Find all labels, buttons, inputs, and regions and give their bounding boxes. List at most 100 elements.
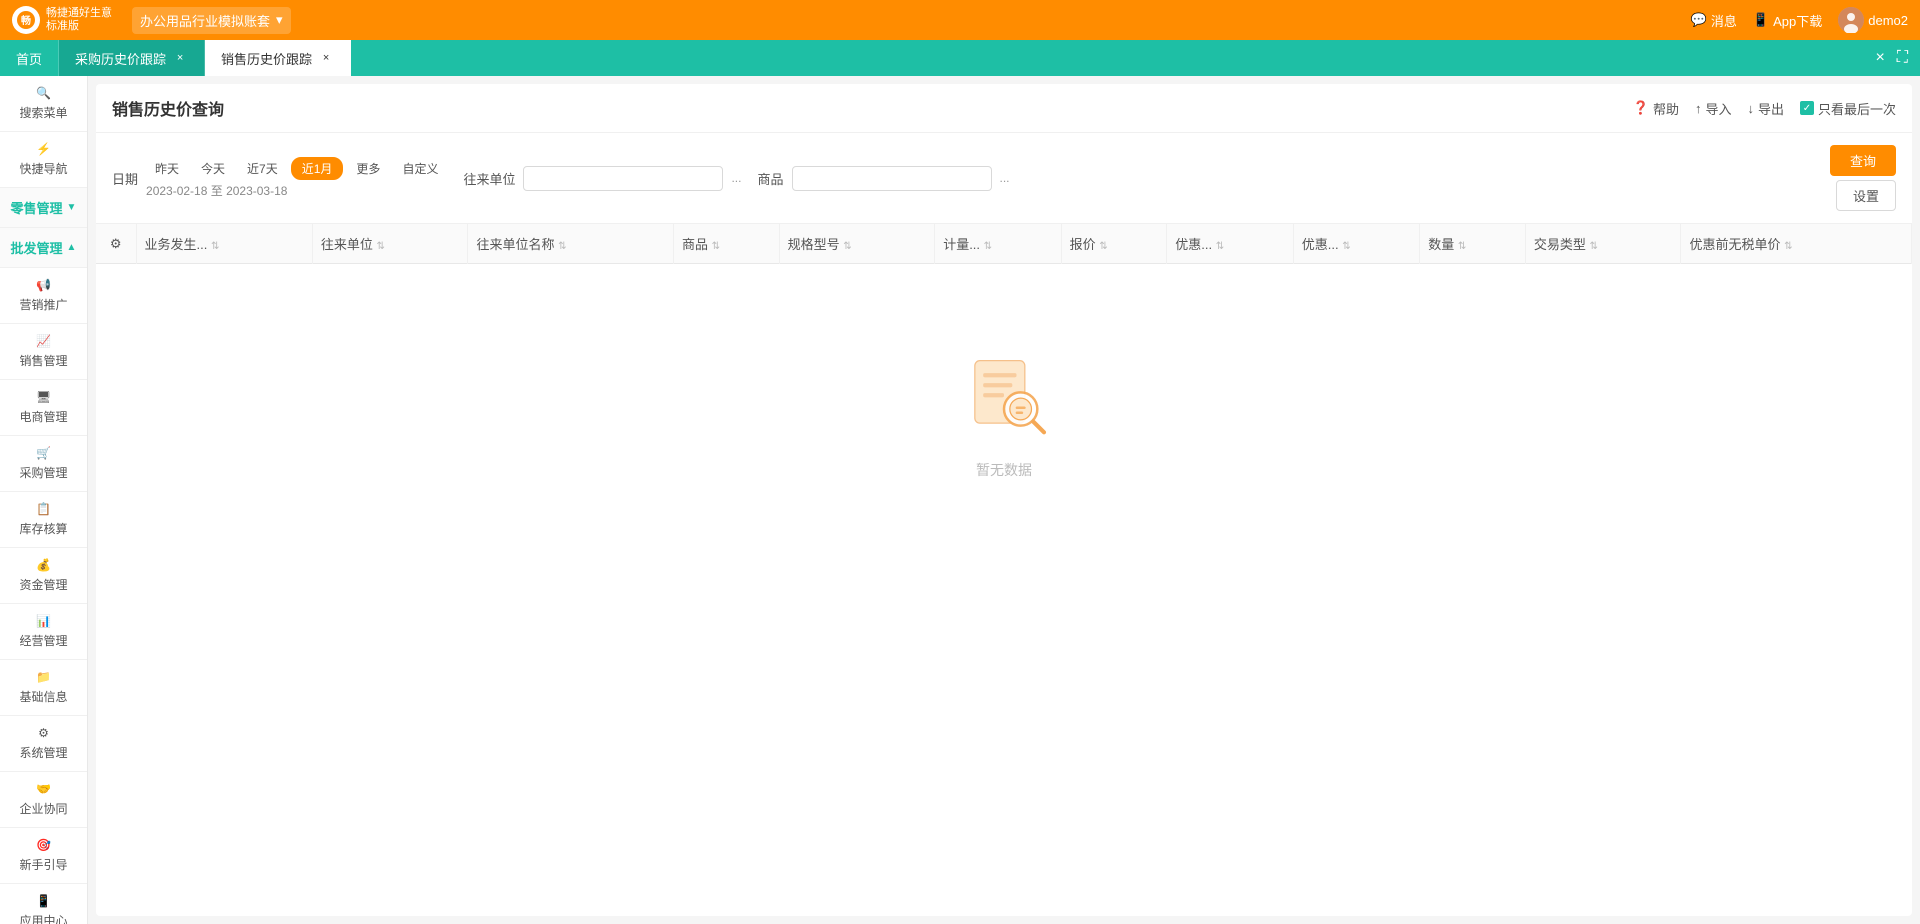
new-guide-label: 新手引导 bbox=[19, 856, 67, 873]
goods-dots[interactable]: ... bbox=[1000, 171, 1010, 185]
sort-icon-discount2: ⇅ bbox=[1342, 241, 1350, 252]
sidebar-item-finance[interactable]: 💰 资金管理 bbox=[0, 548, 87, 604]
th-partner-name[interactable]: 往来单位名称 ⇅ bbox=[468, 224, 674, 264]
th-spec[interactable]: 规格型号 ⇅ bbox=[779, 224, 935, 264]
date-filter-group: 日期 昨天 今天 近7天 近1月 更多 自定义 2023-02-18 至 202… bbox=[112, 157, 447, 199]
sidebar-item-app-center[interactable]: 📱 应用中心 bbox=[0, 884, 87, 924]
th-biz-date[interactable]: 业务发生... ⇅ bbox=[136, 224, 312, 264]
download-icon: 📱 bbox=[1753, 12, 1769, 28]
marketing-icon: 📢 bbox=[36, 278, 51, 292]
logo: 畅 畅捷通好生意 标准版 bbox=[12, 6, 112, 34]
date-btn-yesterday[interactable]: 昨天 bbox=[146, 157, 188, 180]
export-label: 导出 bbox=[1758, 99, 1784, 118]
sidebar-item-sales-mgmt[interactable]: 📈 销售管理 bbox=[0, 324, 87, 380]
sort-icon-quote: ⇅ bbox=[1099, 241, 1107, 252]
th-qty[interactable]: 数量 ⇅ bbox=[1420, 224, 1526, 264]
th-unit[interactable]: 计量... ⇅ bbox=[935, 224, 1061, 264]
th-quote[interactable]: 报价 ⇅ bbox=[1061, 224, 1167, 264]
main-layout: 🔍 搜索菜单 ⚡ 快捷导航 零售管理 ▼ 批发管理 ▲ 📢 营销推广 📈 销售管… bbox=[0, 76, 1920, 924]
th-discount1[interactable]: 优惠... ⇅ bbox=[1167, 224, 1293, 264]
content-area: 销售历史价查询 ❓ 帮助 ↑ 导入 ↓ 导出 ✓ bbox=[88, 76, 1920, 924]
th-settings[interactable]: ⚙ bbox=[96, 224, 136, 264]
date-btn-1month[interactable]: 近1月 bbox=[291, 157, 344, 180]
inventory-icon: 📋 bbox=[36, 502, 51, 516]
sidebar-item-wholesale-mgmt[interactable]: 批发管理 ▲ bbox=[0, 228, 87, 268]
sort-icon-biz-date: ⇅ bbox=[211, 241, 219, 252]
logo-icon: 畅 bbox=[12, 6, 40, 34]
expand-btn[interactable]: ⛶ bbox=[1897, 49, 1908, 67]
sidebar-item-business[interactable]: 📊 经营管理 bbox=[0, 604, 87, 660]
export-icon: ↓ bbox=[1747, 101, 1754, 116]
sidebar-item-enterprise-collab[interactable]: 🤝 企业协同 bbox=[0, 772, 87, 828]
sidebar-item-inventory[interactable]: 📋 库存核算 bbox=[0, 492, 87, 548]
date-btn-custom[interactable]: 自定义 bbox=[393, 157, 447, 180]
finance-icon: 💰 bbox=[36, 558, 51, 572]
help-label: 帮助 bbox=[1653, 99, 1679, 118]
system-label: 系统管理 bbox=[19, 744, 67, 761]
close-all-tabs-btn[interactable]: × bbox=[1875, 49, 1884, 67]
export-action[interactable]: ↓ 导出 bbox=[1747, 99, 1784, 118]
inventory-label: 库存核算 bbox=[19, 520, 67, 537]
message-btn[interactable]: 💬 消息 bbox=[1691, 11, 1737, 30]
th-biz-date-label: 业务发生... bbox=[145, 237, 208, 252]
filter-bar: 日期 昨天 今天 近7天 近1月 更多 自定义 2023-02-18 至 202… bbox=[96, 133, 1912, 224]
import-action[interactable]: ↑ 导入 bbox=[1695, 99, 1732, 118]
sort-icon-trade-type: ⇅ bbox=[1590, 241, 1598, 252]
sidebar-item-basic-info[interactable]: 📁 基础信息 bbox=[0, 660, 87, 716]
th-quote-label: 报价 bbox=[1070, 237, 1096, 252]
svg-text:畅: 畅 bbox=[21, 14, 31, 27]
purchase-history-tab-label: 采购历史价跟踪 bbox=[75, 49, 166, 68]
date-btn-7days[interactable]: 近7天 bbox=[238, 157, 287, 180]
tab-home[interactable]: 首页 bbox=[0, 40, 59, 76]
user-profile[interactable]: demo2 bbox=[1838, 7, 1908, 33]
new-guide-icon: 🎯 bbox=[36, 838, 51, 852]
th-partner-name-label: 往来单位名称 bbox=[476, 237, 554, 252]
help-icon: ❓ bbox=[1633, 100, 1649, 116]
sales-history-tab-close[interactable]: × bbox=[318, 50, 334, 66]
tab-purchase-history[interactable]: 采购历史价跟踪 × bbox=[59, 40, 205, 76]
page-header-actions: ❓ 帮助 ↑ 导入 ↓ 导出 ✓ 只看最后一次 bbox=[1633, 99, 1896, 130]
empty-illustration bbox=[954, 344, 1054, 444]
date-range-text: 2023-02-18 至 2023-03-18 bbox=[146, 182, 447, 199]
settings-gear-icon[interactable]: ⚙ bbox=[110, 236, 122, 251]
help-action[interactable]: ❓ 帮助 bbox=[1633, 99, 1679, 118]
sidebar-item-new-guide[interactable]: 🎯 新手引导 bbox=[0, 828, 87, 884]
sidebar-item-marketing[interactable]: 📢 营销推广 bbox=[0, 268, 87, 324]
date-btn-more[interactable]: 更多 bbox=[347, 157, 389, 180]
checkbox-icon: ✓ bbox=[1800, 101, 1814, 115]
setting-button[interactable]: 设置 bbox=[1836, 180, 1896, 211]
th-qty-label: 数量 bbox=[1428, 237, 1454, 252]
enterprise-collab-icon: 🤝 bbox=[36, 782, 51, 796]
th-trade-type[interactable]: 交易类型 ⇅ bbox=[1525, 224, 1681, 264]
date-btn-today[interactable]: 今天 bbox=[192, 157, 234, 180]
app-download-btn[interactable]: 📱 App下载 bbox=[1753, 11, 1822, 30]
sidebar-item-retail-mgmt[interactable]: 零售管理 ▼ bbox=[0, 188, 87, 228]
th-pre-tax-price-label: 优惠前无税单价 bbox=[1689, 237, 1780, 252]
sidebar-item-purchase-mgmt[interactable]: 🛒 采购管理 bbox=[0, 436, 87, 492]
partner-dots[interactable]: ... bbox=[731, 171, 741, 185]
logo-text: 畅捷通好生意 标准版 bbox=[46, 7, 112, 33]
data-table: ⚙ 业务发生... ⇅ 往来单位 ⇅ 往来单位名称 bbox=[96, 224, 1912, 264]
th-goods[interactable]: 商品 ⇅ bbox=[673, 224, 779, 264]
purchase-history-tab-close[interactable]: × bbox=[172, 50, 188, 66]
only-last-checkbox[interactable]: ✓ 只看最后一次 bbox=[1800, 99, 1896, 118]
tab-sales-history[interactable]: 销售历史价跟踪 × bbox=[205, 40, 351, 76]
th-goods-label: 商品 bbox=[682, 237, 708, 252]
date-shortcuts: 昨天 今天 近7天 近1月 更多 自定义 bbox=[146, 157, 447, 180]
query-button[interactable]: 查询 bbox=[1830, 145, 1896, 176]
sidebar-item-search-menu[interactable]: 🔍 搜索菜单 bbox=[0, 76, 87, 132]
sidebar-item-system[interactable]: ⚙ 系统管理 bbox=[0, 716, 87, 772]
partner-input[interactable] bbox=[523, 166, 723, 191]
sidebar-item-ecommerce[interactable]: 🖥 电商管理 bbox=[0, 380, 87, 436]
workspace-select[interactable]: 办公用品行业模拟账套 ▾ bbox=[132, 7, 291, 34]
sort-icon-discount1: ⇅ bbox=[1216, 241, 1224, 252]
marketing-label: 营销推广 bbox=[19, 296, 67, 313]
th-pre-tax-price[interactable]: 优惠前无税单价 ⇅ bbox=[1681, 224, 1912, 264]
sort-icon-unit: ⇅ bbox=[984, 241, 992, 252]
sidebar-item-quick-nav[interactable]: ⚡ 快捷导航 bbox=[0, 132, 87, 188]
filter-actions: 查询 设置 bbox=[1830, 145, 1896, 211]
th-partner-code[interactable]: 往来单位 ⇅ bbox=[312, 224, 468, 264]
import-icon: ↑ bbox=[1695, 101, 1702, 116]
th-discount2[interactable]: 优惠... ⇅ bbox=[1293, 224, 1419, 264]
goods-input[interactable] bbox=[792, 166, 992, 191]
